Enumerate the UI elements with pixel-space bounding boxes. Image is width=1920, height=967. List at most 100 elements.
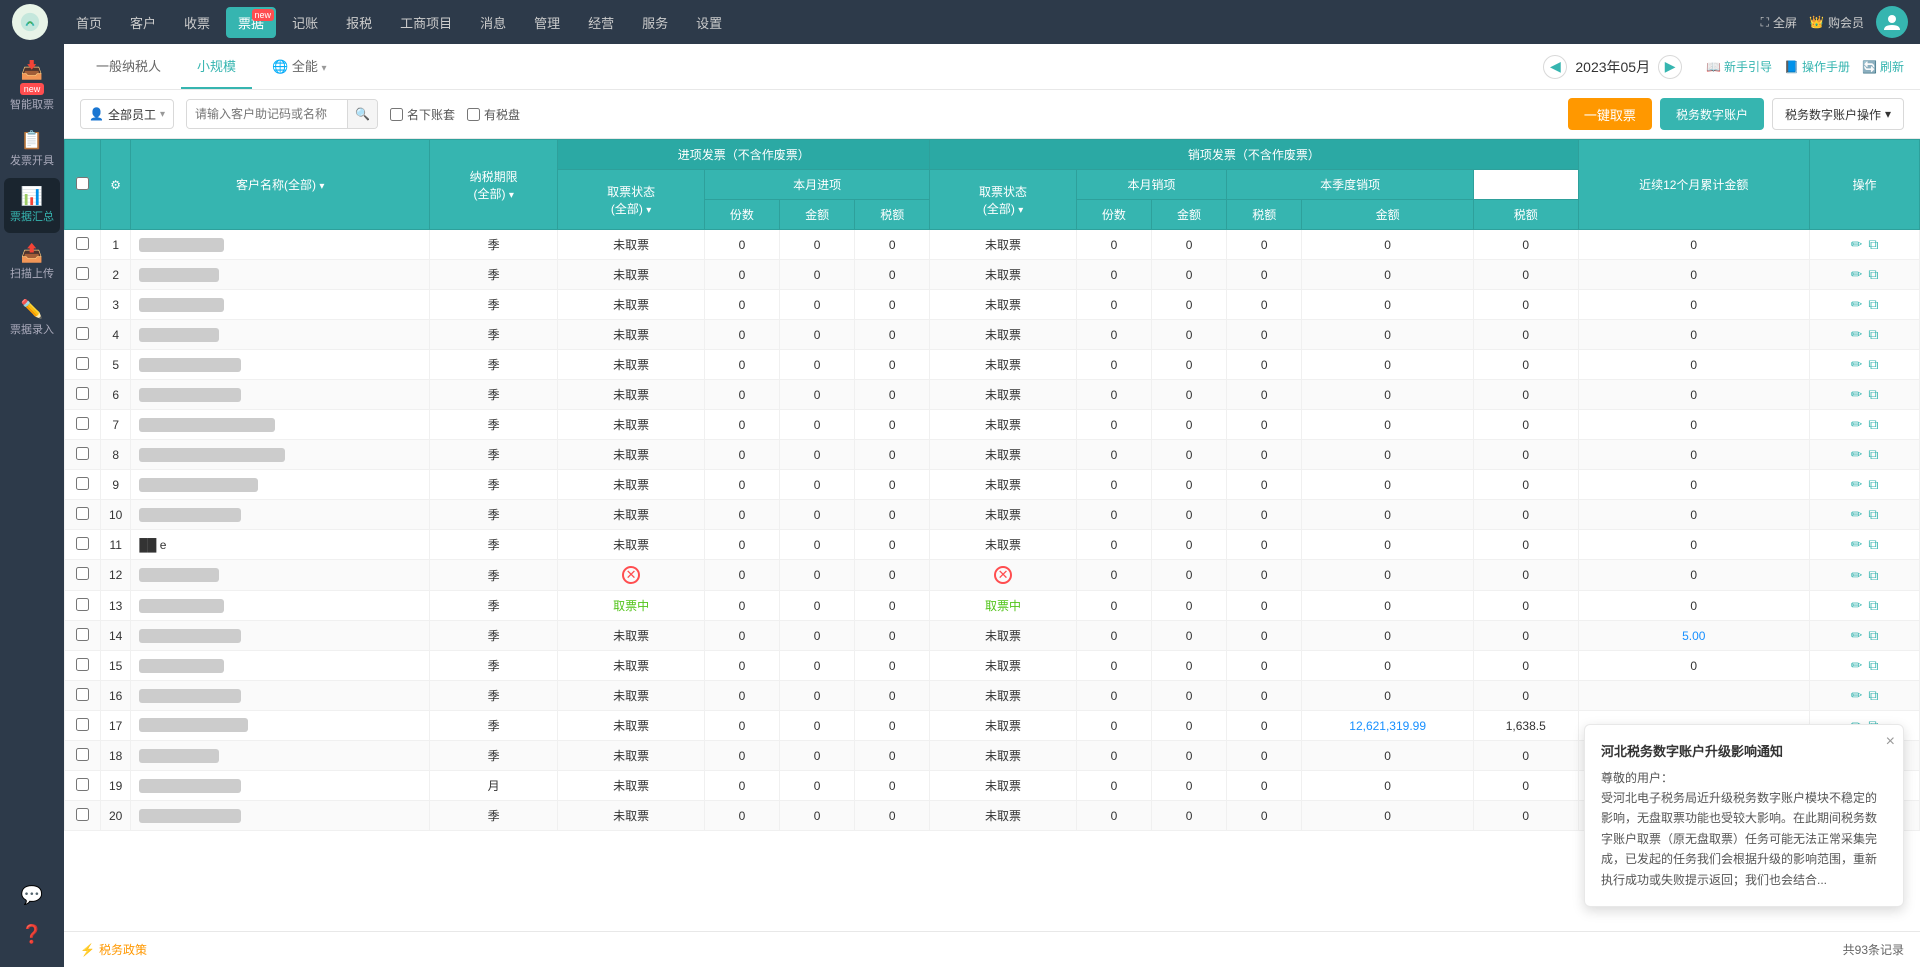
sidebar-item-invoice-summary[interactable]: 📊 票据汇总 bbox=[4, 178, 60, 232]
prev-month-button[interactable]: ◀ bbox=[1543, 55, 1567, 79]
user-avatar[interactable] bbox=[1876, 6, 1908, 38]
row-copy-button[interactable]: ⧉ bbox=[1868, 567, 1878, 584]
has-tax-disk-checkbox[interactable] bbox=[467, 108, 480, 121]
tab-all[interactable]: 🌐 全能 ▾ bbox=[256, 44, 342, 89]
row-edit-button[interactable]: ✏ bbox=[1851, 627, 1863, 644]
under-account-filter[interactable]: 名下账套 bbox=[390, 106, 455, 123]
search-button[interactable]: 🔍 bbox=[347, 99, 377, 129]
nav-invoice[interactable]: 票据 new bbox=[226, 7, 276, 38]
row-customer-name[interactable]: ██ e bbox=[131, 530, 430, 560]
row-in-status[interactable]: 未取票 bbox=[558, 621, 705, 651]
row-edit-button[interactable]: ✏ bbox=[1851, 567, 1863, 584]
has-tax-disk-filter[interactable]: 有税盘 bbox=[467, 106, 520, 123]
sidebar-item-invoice-entry[interactable]: ✏️ 票据录入 bbox=[4, 291, 60, 345]
row-in-status[interactable]: 取票中 bbox=[558, 591, 705, 621]
row-customer-name[interactable]: ████████████ bbox=[131, 380, 430, 410]
row-checkbox[interactable] bbox=[76, 387, 89, 400]
row-customer-name[interactable]: ████████████ bbox=[131, 500, 430, 530]
row-in-status[interactable]: 未取票 bbox=[558, 320, 705, 350]
search-input[interactable] bbox=[187, 100, 347, 128]
row-copy-button[interactable]: ⧉ bbox=[1868, 386, 1878, 403]
row-edit-button[interactable]: ✏ bbox=[1851, 506, 1863, 523]
row-edit-button[interactable]: ✏ bbox=[1851, 386, 1863, 403]
row-in-status[interactable]: 未取票 bbox=[558, 681, 705, 711]
row-copy-button[interactable]: ⧉ bbox=[1868, 536, 1878, 553]
nav-operation[interactable]: 经营 bbox=[576, 7, 626, 38]
row-in-status[interactable]: 未取票 bbox=[558, 500, 705, 530]
nav-home[interactable]: 首页 bbox=[64, 7, 114, 38]
row-edit-button[interactable]: ✏ bbox=[1851, 657, 1863, 674]
row-edit-button[interactable]: ✏ bbox=[1851, 476, 1863, 493]
select-all-checkbox[interactable] bbox=[76, 177, 89, 190]
row-in-status[interactable]: 未取票 bbox=[558, 290, 705, 320]
row-customer-name[interactable]: ████████████ bbox=[131, 771, 430, 801]
row-edit-button[interactable]: ✏ bbox=[1851, 296, 1863, 313]
sidebar-item-help[interactable]: ❓ bbox=[4, 916, 60, 953]
nav-message[interactable]: 消息 bbox=[468, 7, 518, 38]
row-out-status[interactable]: 未取票 bbox=[930, 260, 1077, 290]
row-copy-button[interactable]: ⧉ bbox=[1868, 236, 1878, 253]
row-out-status[interactable]: 未取票 bbox=[930, 771, 1077, 801]
row-customer-name[interactable]: ████████ bbox=[131, 560, 430, 591]
q-amount-link[interactable]: 12,621,319.99 bbox=[1349, 719, 1426, 733]
sidebar-item-invoice-open[interactable]: 📋 发票开具 bbox=[4, 122, 60, 176]
row-in-status[interactable]: 未取票 bbox=[558, 230, 705, 260]
row-in-status[interactable]: 未取票 bbox=[558, 440, 705, 470]
row-customer-name[interactable]: ████████████ bbox=[131, 801, 430, 831]
nav-tax[interactable]: 报税 bbox=[334, 7, 384, 38]
row-copy-button[interactable]: ⧉ bbox=[1868, 657, 1878, 674]
nav-customer[interactable]: 客户 bbox=[118, 7, 168, 38]
nav-settings[interactable]: 设置 bbox=[684, 7, 734, 38]
fullscreen-button[interactable]: ⛶ 全屏 bbox=[1761, 14, 1797, 31]
tab-general-taxpayer[interactable]: 一般纳税人 bbox=[80, 44, 177, 89]
digital-account-ops-button[interactable]: 税务数字账户操作 ▾ bbox=[1772, 98, 1904, 130]
row-customer-name[interactable]: ██████████ bbox=[131, 230, 430, 260]
row-out-status[interactable]: 未取票 bbox=[930, 380, 1077, 410]
row-edit-button[interactable]: ✏ bbox=[1851, 597, 1863, 614]
row-out-status[interactable]: 未取票 bbox=[930, 801, 1077, 831]
nav-business[interactable]: 工商项目 bbox=[388, 7, 464, 38]
row-in-status[interactable]: ✕ bbox=[558, 560, 705, 591]
row-customer-name[interactable]: ████████████████... bbox=[131, 440, 430, 470]
digital-account-button[interactable]: 税务数字账户 bbox=[1660, 98, 1764, 130]
row-out-status[interactable]: 未取票 bbox=[930, 621, 1077, 651]
row-in-status[interactable]: 未取票 bbox=[558, 260, 705, 290]
row-in-status[interactable]: 未取票 bbox=[558, 741, 705, 771]
sidebar-item-smart-ticket[interactable]: 📥 new 智能取票 bbox=[4, 52, 60, 120]
row-in-status[interactable]: 未取票 bbox=[558, 711, 705, 741]
row-in-status[interactable]: 未取票 bbox=[558, 380, 705, 410]
row-out-status[interactable]: 未取票 bbox=[930, 230, 1077, 260]
one-click-ticket-button[interactable]: 一键取票 bbox=[1568, 98, 1652, 130]
row-out-status[interactable]: 未取票 bbox=[930, 651, 1077, 681]
row-customer-name[interactable]: ████████████ bbox=[131, 621, 430, 651]
row-edit-button[interactable]: ✏ bbox=[1851, 236, 1863, 253]
row-customer-name[interactable]: ██████████ bbox=[131, 651, 430, 681]
row-copy-button[interactable]: ⧉ bbox=[1868, 266, 1878, 283]
row-customer-name[interactable]: ██████████ bbox=[131, 591, 430, 621]
row-in-status[interactable]: 未取票 bbox=[558, 771, 705, 801]
settings-icon[interactable]: ⚙ bbox=[110, 178, 121, 192]
row-copy-button[interactable]: ⧉ bbox=[1868, 476, 1878, 493]
row-out-status[interactable]: 未取票 bbox=[930, 530, 1077, 560]
row-checkbox[interactable] bbox=[76, 598, 89, 611]
row-customer-name[interactable]: ██████████通知 bbox=[131, 711, 430, 741]
tab-small-scale[interactable]: 小规模 bbox=[181, 44, 252, 89]
notification-close-button[interactable]: × bbox=[1886, 733, 1895, 751]
row-checkbox[interactable] bbox=[76, 778, 89, 791]
row-customer-name[interactable]: ██████████████ bbox=[131, 470, 430, 500]
row-checkbox[interactable] bbox=[76, 537, 89, 550]
row-out-status[interactable]: 未取票 bbox=[930, 500, 1077, 530]
row-customer-name[interactable]: ████████████ bbox=[131, 350, 430, 380]
row-checkbox[interactable] bbox=[76, 688, 89, 701]
employee-filter[interactable]: 👤 全部员工 ▾ bbox=[80, 99, 174, 129]
row-customer-name[interactable]: ████████████ bbox=[131, 681, 430, 711]
row-out-status[interactable]: 未取票 bbox=[930, 741, 1077, 771]
row-checkbox[interactable] bbox=[76, 417, 89, 430]
new-guide-button[interactable]: 📖 新手引导 bbox=[1706, 58, 1772, 75]
row-checkbox[interactable] bbox=[76, 357, 89, 370]
sidebar-item-scan-upload[interactable]: 📤 扫描上传 bbox=[4, 235, 60, 289]
row-customer-name[interactable]: ██████████ bbox=[131, 290, 430, 320]
row-checkbox[interactable] bbox=[76, 507, 89, 520]
nav-manage[interactable]: 管理 bbox=[522, 7, 572, 38]
row-copy-button[interactable]: ⧉ bbox=[1868, 326, 1878, 343]
